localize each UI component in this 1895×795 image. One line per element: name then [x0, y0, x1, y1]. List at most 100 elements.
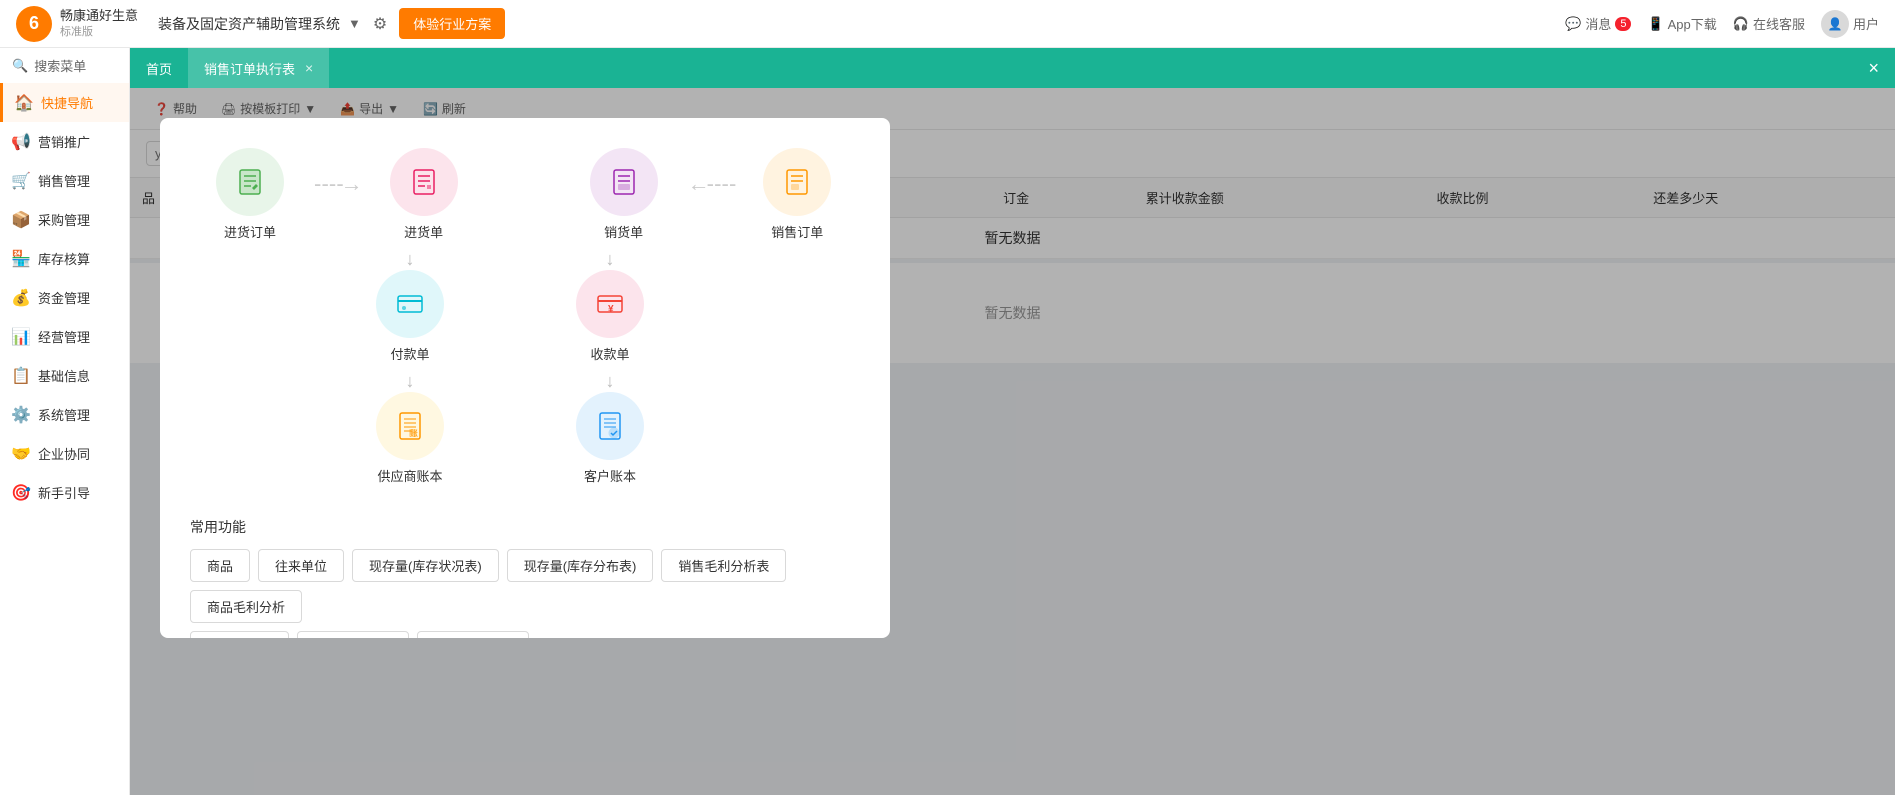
sidebar-item-purchase[interactable]: 📦 采购管理: [0, 200, 129, 239]
sidebar-item-guide-label: 新手引导: [38, 483, 90, 502]
flow-label-sales-order: 销售订单: [771, 222, 823, 241]
flow-circle-payment: [376, 270, 444, 338]
sidebar-item-cooperation[interactable]: 🤝 企业协同: [0, 434, 129, 473]
sidebar-item-inventory[interactable]: 🏪 库存核算: [0, 239, 129, 278]
sidebar-item-quick-nav[interactable]: 🏠 快捷导航: [0, 83, 129, 122]
flow-node-sales-receipt[interactable]: 销货单: [564, 148, 684, 241]
finance-icon: 💰: [12, 289, 30, 307]
flow-label-purchase-order: 进货订单: [224, 222, 276, 241]
sidebar-item-basic[interactable]: 📋 基础信息: [0, 356, 129, 395]
logo-sub: 标准版: [60, 25, 138, 39]
search-menu-button[interactable]: 🔍 搜索菜单: [0, 48, 129, 83]
tab-home[interactable]: 首页: [130, 48, 188, 88]
func-btn-sales-ranking[interactable]: 销售排行榜: [190, 631, 289, 638]
logo-icon: 6: [16, 6, 52, 42]
func-btn-product-margin-analysis[interactable]: 商品毛利分析: [190, 590, 302, 623]
sidebar-item-system-label: 系统管理: [38, 405, 90, 424]
search-icon: 🔍: [12, 58, 28, 74]
flow-label-supplier-account: 供应商账本: [377, 466, 442, 485]
message-badge: 5: [1615, 17, 1631, 31]
tab-home-label: 首页: [146, 59, 172, 78]
func-btn-stock-status[interactable]: 现存量(库存状况表): [352, 549, 499, 582]
svg-text:¥: ¥: [608, 304, 614, 315]
flow-node-customer-account[interactable]: 客户账本: [550, 392, 670, 485]
headset-icon: 🎧: [1733, 16, 1749, 32]
flow-row-1: 进货订单 - - - -→: [190, 148, 857, 241]
flow-row-arrows-down: ↓ ↓: [190, 249, 670, 270]
flow-node-sales-order[interactable]: 销售订单: [737, 148, 857, 241]
flow-node-supplier-account[interactable]: 账 供应商账本: [350, 392, 470, 485]
common-functions-section: 常用功能 商品 往来单位 现存量(库存状况表) 现存量(库存分布表) 销售毛利分…: [190, 517, 860, 638]
content-body: ❓ 帮助 🖨 按模板打印 ▼ 📤 导出 ▼ 🔄: [130, 88, 1895, 795]
sidebar-item-operation-label: 经营管理: [38, 327, 90, 346]
arrow-down-sales: ↓: [550, 249, 670, 270]
topbar-right: 💬 消息 5 📱 App下载 🎧 在线客服 👤 用户: [1565, 10, 1879, 38]
tab-bar: 首页 销售订单执行表 × ×: [130, 48, 1895, 88]
app-download-button[interactable]: 📱 App下载: [1647, 14, 1716, 33]
flow-label-collection: 收款单: [590, 344, 629, 363]
operation-icon: 📊: [12, 328, 30, 346]
sidebar-item-system[interactable]: ⚙️ 系统管理: [0, 395, 129, 434]
func-btn-partner[interactable]: 往来单位: [258, 549, 344, 582]
experience-button[interactable]: 体验行业方案: [399, 8, 505, 39]
flow-circle-purchase-receipt: [390, 148, 458, 216]
tab-sales-order-close-icon[interactable]: ×: [305, 60, 313, 76]
tab-sales-order[interactable]: 销售订单执行表 ×: [188, 48, 329, 88]
sidebar-item-operation[interactable]: 📊 经营管理: [0, 317, 129, 356]
app-download-label: App下载: [1668, 14, 1717, 33]
sales-icon: 🛒: [12, 172, 30, 190]
flow-row-arrows-down-2: ↓ ↓: [190, 371, 670, 392]
message-label: 消息: [1585, 14, 1611, 33]
flow-arrow-purchase-order-to-receipt: - - - -→: [314, 171, 360, 197]
system-icon: ⚙️: [12, 406, 30, 424]
flow-node-payment[interactable]: 付款单: [350, 270, 470, 363]
settings-icon[interactable]: ⚙: [373, 14, 387, 34]
purchase-icon: 📦: [12, 211, 30, 229]
flow-circle-purchase-order: [216, 148, 284, 216]
logo: 6 畅康通好生意 标准版: [16, 6, 138, 42]
flow-label-customer-account: 客户账本: [584, 466, 636, 485]
logo-name: 畅康通好生意: [60, 8, 138, 25]
flow-row-2: 付款单 ¥: [190, 270, 670, 363]
function-buttons-row2: 销售排行榜 收款情况统计 付款情况统计: [190, 631, 860, 638]
func-btn-stock-distribution[interactable]: 现存量(库存分布表): [507, 549, 654, 582]
message-button[interactable]: 💬 消息 5: [1565, 14, 1631, 33]
tab-bar-close-button[interactable]: ×: [1868, 58, 1879, 79]
flow-node-collection[interactable]: ¥ 收款单: [550, 270, 670, 363]
arrow-down-payment: ↓: [350, 371, 470, 392]
sidebar-item-marketing[interactable]: 📢 营销推广: [0, 122, 129, 161]
flow-circle-sales-receipt: [590, 148, 658, 216]
sidebar-item-inventory-label: 库存核算: [38, 249, 90, 268]
flow-label-payment: 付款单: [390, 344, 429, 363]
online-service-button[interactable]: 🎧 在线客服: [1733, 14, 1805, 33]
sidebar-item-quick-nav-label: 快捷导航: [41, 93, 93, 112]
tab-sales-order-label: 销售订单执行表: [204, 59, 295, 78]
guide-icon: 🎯: [12, 484, 30, 502]
sidebar-item-basic-label: 基础信息: [38, 366, 90, 385]
sidebar-item-guide[interactable]: 🎯 新手引导: [0, 473, 129, 512]
sidebar: 🔍 搜索菜单 🏠 快捷导航 📢 营销推广 🛒 销售管理 📦 采购管理 🏪: [0, 48, 130, 795]
sidebar-item-finance-label: 资金管理: [38, 288, 90, 307]
flow-node-purchase-order[interactable]: 进货订单: [190, 148, 310, 241]
search-menu-label: 搜索菜单: [34, 56, 86, 75]
flow-circle-sales-order: [763, 148, 831, 216]
system-dropdown-button[interactable]: ▼: [348, 16, 361, 31]
flow-label-sales-receipt: 销货单: [604, 222, 643, 241]
sidebar-item-sales[interactable]: 🛒 销售管理: [0, 161, 129, 200]
arrow-down-purchase: ↓: [350, 249, 470, 270]
func-btn-sales-margin-analysis[interactable]: 销售毛利分析表: [661, 549, 786, 582]
function-buttons-row1: 商品 往来单位 现存量(库存状况表) 现存量(库存分布表) 销售毛利分析表 商品…: [190, 549, 860, 623]
flow-circle-collection: ¥: [576, 270, 644, 338]
svg-text:账: 账: [410, 429, 418, 438]
func-btn-payment-stats[interactable]: 付款情况统计: [417, 631, 529, 638]
flow-node-purchase-receipt[interactable]: 进货单: [364, 148, 484, 241]
sidebar-item-finance[interactable]: 💰 资金管理: [0, 278, 129, 317]
func-btn-collection-stats[interactable]: 收款情况统计: [297, 631, 409, 638]
user-menu-button[interactable]: 👤 用户: [1821, 10, 1879, 38]
basic-icon: 📋: [12, 367, 30, 385]
message-icon: 💬: [1565, 16, 1581, 32]
flow-row-3: 账 供应商账本: [190, 392, 670, 485]
cooperation-icon: 🤝: [12, 445, 30, 463]
modal-overlay[interactable]: 进货订单 - - - -→: [130, 88, 1895, 795]
func-btn-product[interactable]: 商品: [190, 549, 250, 582]
